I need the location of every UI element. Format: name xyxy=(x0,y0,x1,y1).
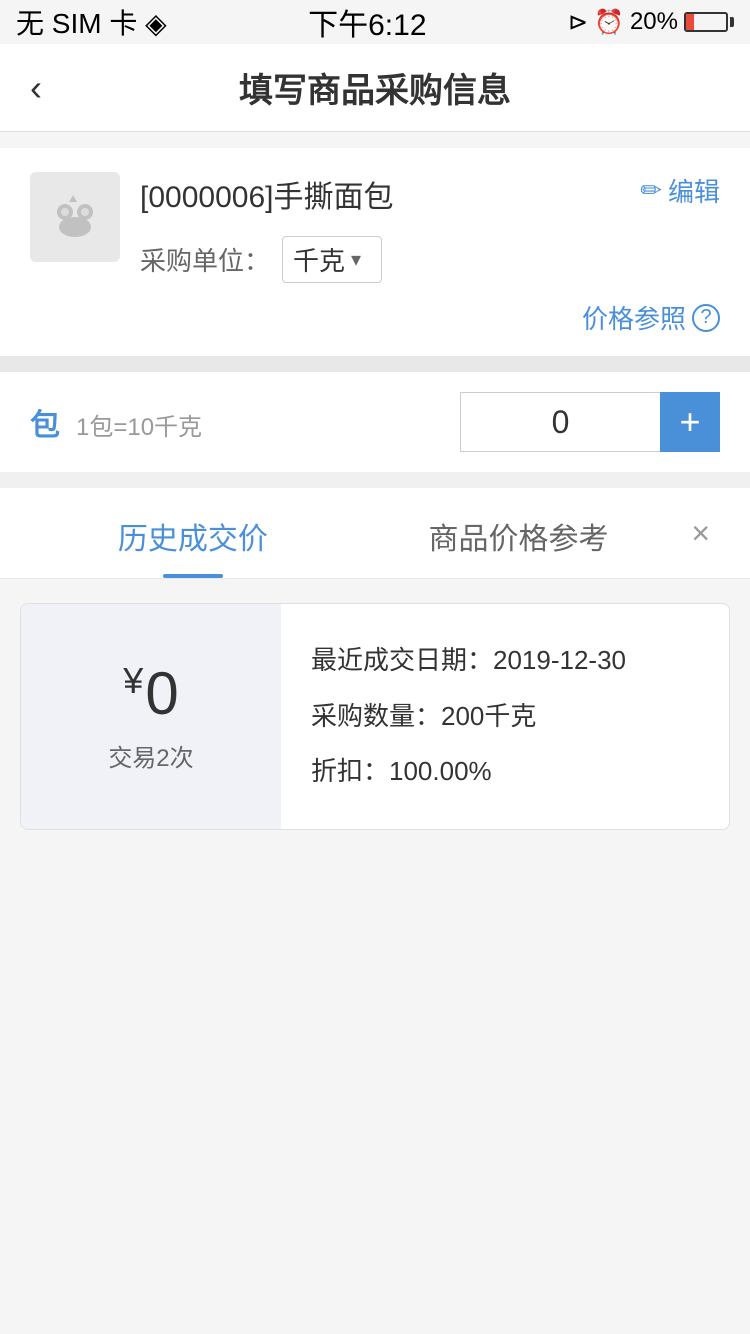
alarm-icon: ⏰ xyxy=(594,8,624,37)
price-card-right: 最近成交日期：2019-12-30 采购数量：200千克 折扣：100.00% xyxy=(281,604,729,829)
quantity-control: + xyxy=(460,392,720,452)
tab-history-price[interactable]: 历史成交价 xyxy=(30,488,356,578)
recent-date-label: 最近成交日期： xyxy=(311,645,493,675)
discount-row: 折扣：100.00% xyxy=(311,751,699,793)
content-area: ¥0 交易2次 最近成交日期：2019-12-30 采购数量：200千克 折扣：… xyxy=(0,579,750,979)
price-card-left: ¥0 交易2次 xyxy=(21,604,281,829)
quantity-row: 包 1包=10千克 + xyxy=(0,372,750,472)
currency-symbol: ¥ xyxy=(123,660,143,701)
product-details: [0000006]手撕面包 采购单位： 千克 ▾ xyxy=(140,172,640,283)
discount-value: 100.00% xyxy=(389,756,492,786)
quantity-row-detail: 采购数量：200千克 xyxy=(311,696,699,738)
product-unit-row: 采购单位： 千克 ▾ xyxy=(140,236,640,283)
status-bar: 无 SIM 卡 ◈ 下午6:12 ⊳ ⏰ 20% xyxy=(0,0,750,44)
unit-value: 千克 xyxy=(293,241,345,278)
price-card: ¥0 交易2次 最近成交日期：2019-12-30 采购数量：200千克 折扣：… xyxy=(20,603,730,830)
wifi-icon: ◈ xyxy=(145,8,167,39)
edit-button[interactable]: ✏ 编辑 xyxy=(640,172,720,209)
page-title: 填写商品采购信息 xyxy=(239,63,511,112)
quantity-value: 200千克 xyxy=(441,701,536,731)
product-name: [0000006]手撕面包 xyxy=(140,172,640,216)
edit-icon: ✏ xyxy=(640,175,662,206)
unit-label: 采购单位： xyxy=(140,241,270,278)
status-time: 下午6:12 xyxy=(308,0,426,44)
question-icon: ? xyxy=(692,304,720,332)
product-card: [0000006]手撕面包 采购单位： 千克 ▾ ✏ 编辑 价格参照 ? xyxy=(0,148,750,356)
unit-dropdown[interactable]: 千克 ▾ xyxy=(282,236,382,283)
price-value: 0 xyxy=(145,660,178,727)
quantity-input[interactable] xyxy=(460,392,660,452)
recent-date-row: 最近成交日期：2019-12-30 xyxy=(311,640,699,682)
tabs-container: 历史成交价 商品价格参考 × xyxy=(0,488,750,579)
price-ref-label: 价格参照 xyxy=(582,299,686,336)
section-divider-2 xyxy=(0,472,750,488)
section-divider-1 xyxy=(0,356,750,372)
quantity-left: 包 1包=10千克 xyxy=(30,400,202,444)
dropdown-arrow-icon: ▾ xyxy=(351,247,361,272)
discount-label: 折扣： xyxy=(311,756,389,786)
unit-icon-label: 包 xyxy=(30,400,60,444)
unit-conversion-text: 1包=10千克 xyxy=(76,407,202,442)
location-icon: ⊳ xyxy=(568,8,588,37)
tab-close-button[interactable]: × xyxy=(681,507,720,559)
battery-percent: 20% xyxy=(630,8,678,36)
recent-date-value: 2019-12-30 xyxy=(493,645,626,675)
battery-indicator xyxy=(684,12,734,32)
no-sim-text: 无 SIM 卡 xyxy=(16,8,137,39)
status-right: ⊳ ⏰ 20% xyxy=(568,8,734,37)
quantity-plus-button[interactable]: + xyxy=(660,392,720,452)
price-ref-button[interactable]: 价格参照 ? xyxy=(582,299,720,336)
nav-bar: ‹ 填写商品采购信息 xyxy=(0,44,750,132)
product-info: [0000006]手撕面包 采购单位： 千克 ▾ xyxy=(30,172,640,283)
tab-price-ref[interactable]: 商品价格参考 xyxy=(356,488,682,578)
price-amount: ¥0 xyxy=(123,659,178,728)
quantity-label: 采购数量： xyxy=(311,701,441,731)
status-left: 无 SIM 卡 ◈ xyxy=(16,2,167,42)
back-button[interactable]: ‹ xyxy=(30,70,42,106)
trade-count: 交易2次 xyxy=(108,738,193,773)
product-thumbnail xyxy=(30,172,120,262)
